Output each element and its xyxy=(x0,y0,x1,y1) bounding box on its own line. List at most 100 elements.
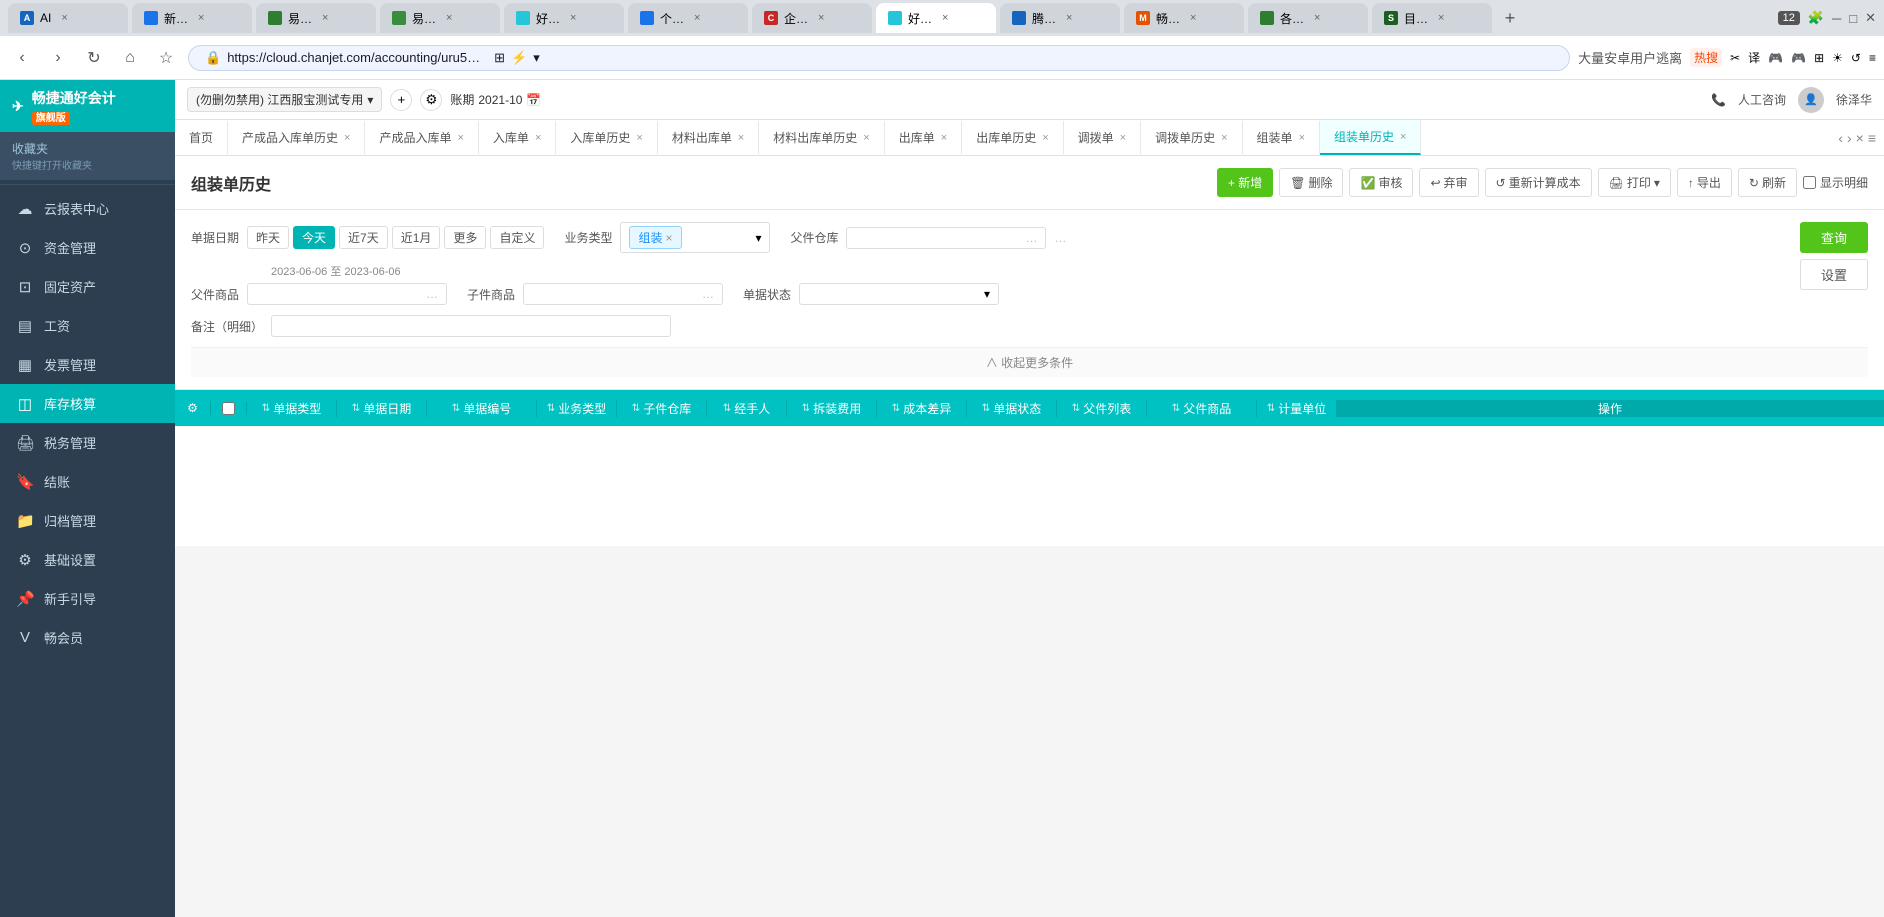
biz-type-dropdown-icon[interactable]: ▾ xyxy=(755,231,761,245)
th-handler[interactable]: ⇅ 经手人 xyxy=(707,400,787,417)
back-button[interactable]: ‹ xyxy=(8,44,36,72)
page-tab-material-out-history[interactable]: 材料出库单历史 × xyxy=(759,121,884,154)
tab-close[interactable]: × xyxy=(61,12,67,24)
maximize-button[interactable]: □ xyxy=(1849,11,1857,26)
tab-close[interactable]: × xyxy=(694,12,700,24)
reload-button[interactable]: ↻ xyxy=(80,44,108,72)
page-tab-transfer-history[interactable]: 调拨单历史 × xyxy=(1141,121,1242,154)
th-date[interactable]: ⇅ 单据日期 xyxy=(337,400,427,417)
display-detail-checkbox[interactable] xyxy=(1803,176,1816,189)
tab-close[interactable]: × xyxy=(1314,12,1320,24)
page-tab-finished-history[interactable]: 产成品入库单历史 × xyxy=(228,121,365,154)
th-unit[interactable]: ⇅ 计量单位 xyxy=(1257,400,1337,417)
game-icon1[interactable]: 🎮 xyxy=(1768,51,1783,65)
page-tab-finished[interactable]: 产成品入库单 × xyxy=(365,121,478,154)
child-goods-more-icon[interactable]: … xyxy=(702,287,714,301)
tab-nav-prev[interactable]: ‹ xyxy=(1838,130,1843,146)
th-parent-goods[interactable]: ⇅ 父件商品 xyxy=(1147,400,1257,417)
sidebar-item-settings[interactable]: ⚙ 基础设置 xyxy=(0,540,175,579)
parent-goods-input[interactable] xyxy=(256,287,422,301)
page-tab-home[interactable]: 首页 xyxy=(175,121,228,154)
tab-close[interactable]: × xyxy=(322,12,328,24)
scissors-icon[interactable]: ✂ xyxy=(1730,51,1740,65)
bookmark-button[interactable]: ☆ xyxy=(152,44,180,72)
tab-close-active-icon[interactable]: × xyxy=(1400,131,1406,143)
lightning-icon[interactable]: ⚡ xyxy=(511,50,527,66)
settings-gear-button[interactable]: ⚙ xyxy=(420,89,442,111)
tab-close-icon[interactable]: × xyxy=(636,132,642,144)
status-dropdown-icon[interactable]: ▾ xyxy=(984,287,990,301)
export-button[interactable]: ↑ 导出 xyxy=(1677,168,1732,197)
notes-input[interactable] xyxy=(280,319,662,333)
abandon-button[interactable]: ↩ 弃审 xyxy=(1419,168,1478,197)
sidebar-item-inventory[interactable]: ◫ 库存核算 xyxy=(0,384,175,423)
sidebar-item-archive[interactable]: 📁 归档管理 xyxy=(0,501,175,540)
delete-button[interactable]: 🗑 删除 xyxy=(1279,168,1343,197)
browser-tab-ai[interactable]: A AI × xyxy=(8,3,128,33)
th-type[interactable]: ⇅ 单据类型 xyxy=(247,400,337,417)
tab-close-icon[interactable]: × xyxy=(941,132,947,144)
page-tab-outbound[interactable]: 出库单 × xyxy=(885,121,962,154)
tab-close[interactable]: × xyxy=(1438,12,1444,24)
print-button[interactable]: 🖨 打印 ▾ xyxy=(1598,168,1671,197)
chevron-down-icon[interactable]: ▾ xyxy=(533,50,540,66)
date-btn-7days[interactable]: 近7天 xyxy=(339,226,388,249)
menu-icon[interactable]: ≡ xyxy=(1869,51,1876,65)
sidebar-item-payroll[interactable]: ▤ 工资 xyxy=(0,306,175,345)
parent-warehouse-more-icon[interactable]: … xyxy=(1025,231,1037,245)
tab-close-all[interactable]: × xyxy=(1856,130,1864,146)
column-settings-icon[interactable]: ⚙ xyxy=(187,401,198,415)
undo-icon[interactable]: ↺ xyxy=(1851,51,1861,65)
sidebar-item-fixed-assets[interactable]: ⊡ 固定资产 xyxy=(0,267,175,306)
th-checkbox[interactable] xyxy=(211,402,247,415)
tab-close[interactable]: × xyxy=(1066,12,1072,24)
page-tab-assembly-history[interactable]: 组装单历史 × xyxy=(1320,120,1421,155)
biz-type-remove-icon[interactable]: × xyxy=(665,231,672,245)
date-btn-custom[interactable]: 自定义 xyxy=(490,226,544,249)
translate-icon[interactable]: 译 xyxy=(1748,49,1760,66)
add-button[interactable]: + 新增 xyxy=(1217,168,1273,197)
page-tab-inbound[interactable]: 入库单 × xyxy=(479,121,556,154)
query-button[interactable]: 查询 xyxy=(1800,222,1868,253)
settings-button[interactable]: 设置 xyxy=(1800,259,1868,290)
date-btn-1month[interactable]: 近1月 xyxy=(392,226,441,249)
browser-tab-teng[interactable]: 腾… × xyxy=(1000,3,1120,33)
browser-tab-hao1[interactable]: 好… × xyxy=(504,3,624,33)
add-company-button[interactable]: + xyxy=(390,89,412,111)
th-number[interactable]: ⇅ 单据编号 xyxy=(427,400,537,417)
browser-tab-yi1[interactable]: 易… × xyxy=(256,3,376,33)
sidebar-item-cloud-report[interactable]: ☁ 云报表中心 xyxy=(0,189,175,228)
qr-icon[interactable]: ⊞ xyxy=(494,50,505,66)
tab-close[interactable]: × xyxy=(942,12,948,24)
tab-close[interactable]: × xyxy=(1190,12,1196,24)
address-bar[interactable]: 🔒 https://cloud.chanjet.com/accounting/u… xyxy=(188,45,1570,71)
company-selector[interactable]: (勿删勿禁用) 江西服宝测试专用 ▾ xyxy=(187,87,382,112)
extensions-icon[interactable]: 🧩 xyxy=(1808,10,1824,26)
th-sub-warehouse[interactable]: ⇅ 子件仓库 xyxy=(617,400,707,417)
tab-close[interactable]: × xyxy=(570,12,576,24)
minimize-button[interactable]: ─ xyxy=(1832,11,1841,26)
audit-button[interactable]: ✅ 审核 xyxy=(1349,168,1413,197)
collapse-bar[interactable]: ∧ 收起更多条件 xyxy=(191,347,1868,377)
refresh-button[interactable]: ↻ 刷新 xyxy=(1738,168,1797,197)
recalculate-button[interactable]: ↺ 重新计算成本 xyxy=(1485,168,1592,197)
browser-tab-hao2[interactable]: 好… × xyxy=(876,3,996,33)
tab-close-icon[interactable]: × xyxy=(535,132,541,144)
browser-tab-ge2[interactable]: 各… × xyxy=(1248,3,1368,33)
calendar-icon[interactable]: 📅 xyxy=(526,93,541,107)
grid-icon[interactable]: ⊞ xyxy=(1814,51,1824,65)
tab-close-icon[interactable]: × xyxy=(738,132,744,144)
tab-close[interactable]: × xyxy=(818,12,824,24)
sidebar-item-checkout[interactable]: 🔖 结账 xyxy=(0,462,175,501)
page-tab-transfer[interactable]: 调拨单 × xyxy=(1064,121,1141,154)
browser-tab-new[interactable]: 新… × xyxy=(132,3,252,33)
browser-tab-chang[interactable]: M 畅… × xyxy=(1124,3,1244,33)
date-btn-today[interactable]: 今天 xyxy=(293,226,335,249)
close-button[interactable]: ✕ xyxy=(1865,10,1876,26)
display-detail-checkbox-wrap[interactable]: 显示明细 xyxy=(1803,174,1868,191)
browser-tab-yi2[interactable]: 易… × xyxy=(380,3,500,33)
tab-close-icon[interactable]: × xyxy=(1042,132,1048,144)
th-disassemble-fee[interactable]: ⇅ 拆装费用 xyxy=(787,400,877,417)
filter-more-icon[interactable]: … xyxy=(1054,231,1066,245)
home-button[interactable]: ⌂ xyxy=(116,44,144,72)
